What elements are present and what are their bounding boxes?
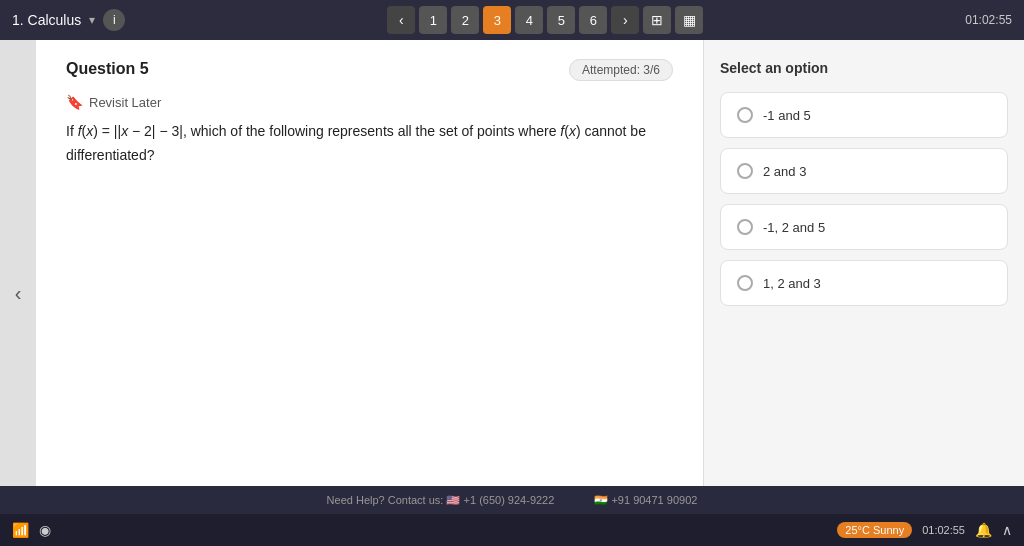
help-text: Need Help? Contact us: 🇺🇸 +1 (650) 924-9…	[327, 494, 555, 507]
top-bar-left: 1. Calculus ▾ i	[12, 9, 125, 31]
option-1-label: -1 and 5	[763, 108, 811, 123]
page-6-button[interactable]: 6	[579, 6, 607, 34]
bluetooth-icon: ◉	[39, 522, 51, 538]
options-title: Select an option	[720, 60, 1008, 76]
option-1-radio[interactable]	[737, 107, 753, 123]
up-arrow-icon[interactable]: ∧	[1002, 522, 1012, 538]
taskbar-right: 25°C Sunny 01:02:55 🔔 ∧	[837, 522, 1012, 538]
revisit-later-button[interactable]: 🔖 Revisit Later	[66, 94, 673, 110]
question-number: Question 5	[66, 60, 149, 78]
phone-us: +1 (650) 924-9222	[464, 494, 555, 506]
option-2-radio[interactable]	[737, 163, 753, 179]
revisit-later-label: Revisit Later	[89, 95, 161, 110]
question-header: Question 5 Attempted: 3/6	[66, 60, 673, 78]
options-panel: Select an option -1 and 5 2 and 3 -1, 2 …	[704, 40, 1024, 546]
grid-view-button[interactable]: ⊞	[643, 6, 671, 34]
option-2-label: 2 and 3	[763, 164, 806, 179]
system-time: 01:02:55	[922, 524, 965, 536]
option-4-label: 1, 2 and 3	[763, 276, 821, 291]
flag-in-icon: 🇮🇳	[594, 494, 611, 506]
question-panel: Question 5 Attempted: 3/6 🔖 Revisit Late…	[36, 40, 704, 546]
prev-page-button[interactable]: ‹	[387, 6, 415, 34]
taskbar-left: 📶 ◉	[12, 522, 51, 538]
page-3-button[interactable]: 3	[483, 6, 511, 34]
help-bar: Need Help? Contact us: 🇺🇸 +1 (650) 924-9…	[0, 486, 1024, 514]
main-content: ‹ Question 5 Attempted: 3/6 🔖 Revisit La…	[0, 40, 1024, 546]
option-3-label: -1, 2 and 5	[763, 220, 825, 235]
page-4-button[interactable]: 4	[515, 6, 543, 34]
timer: 01:02:55	[965, 13, 1012, 27]
option-4-radio[interactable]	[737, 275, 753, 291]
bookmark-icon: 🔖	[66, 94, 83, 110]
next-page-button[interactable]: ›	[611, 6, 639, 34]
notifications-icon[interactable]: 🔔	[975, 522, 992, 538]
taskbar: 📶 ◉ 25°C Sunny 01:02:55 🔔 ∧	[0, 514, 1024, 546]
help-text-in: 🇮🇳 +91 90471 90902	[594, 494, 697, 507]
info-button[interactable]: i	[103, 9, 125, 31]
option-3-card[interactable]: -1, 2 and 5	[720, 204, 1008, 250]
dropdown-icon[interactable]: ▾	[89, 13, 95, 27]
left-nav-panel[interactable]: ‹	[0, 40, 36, 546]
subject-title: 1. Calculus	[12, 12, 81, 28]
calculator-button[interactable]: ▦	[675, 6, 703, 34]
page-1-button[interactable]: 1	[419, 6, 447, 34]
weather-badge: 25°C Sunny	[837, 522, 912, 538]
page-5-button[interactable]: 5	[547, 6, 575, 34]
phone-in: +91 90471 90902	[611, 494, 697, 506]
help-label: Need Help? Contact us:	[327, 494, 444, 506]
option-3-radio[interactable]	[737, 219, 753, 235]
pagination: ‹ 1 2 3 4 5 6 › ⊞ ▦	[387, 6, 703, 34]
question-body: If f(x) = ||x − 2| − 3|, which of the fo…	[66, 123, 646, 163]
attempted-badge: Attempted: 3/6	[569, 59, 673, 81]
left-arrow-icon[interactable]: ‹	[15, 282, 22, 305]
top-bar: 1. Calculus ▾ i ‹ 1 2 3 4 5 6 › ⊞ ▦ 01:0…	[0, 0, 1024, 40]
wifi-icon: 📶	[12, 522, 29, 538]
flag-us-icon: 🇺🇸	[446, 494, 463, 506]
option-1-card[interactable]: -1 and 5	[720, 92, 1008, 138]
option-2-card[interactable]: 2 and 3	[720, 148, 1008, 194]
option-4-card[interactable]: 1, 2 and 3	[720, 260, 1008, 306]
page-2-button[interactable]: 2	[451, 6, 479, 34]
question-text: If f(x) = ||x − 2| − 3|, which of the fo…	[66, 120, 673, 168]
